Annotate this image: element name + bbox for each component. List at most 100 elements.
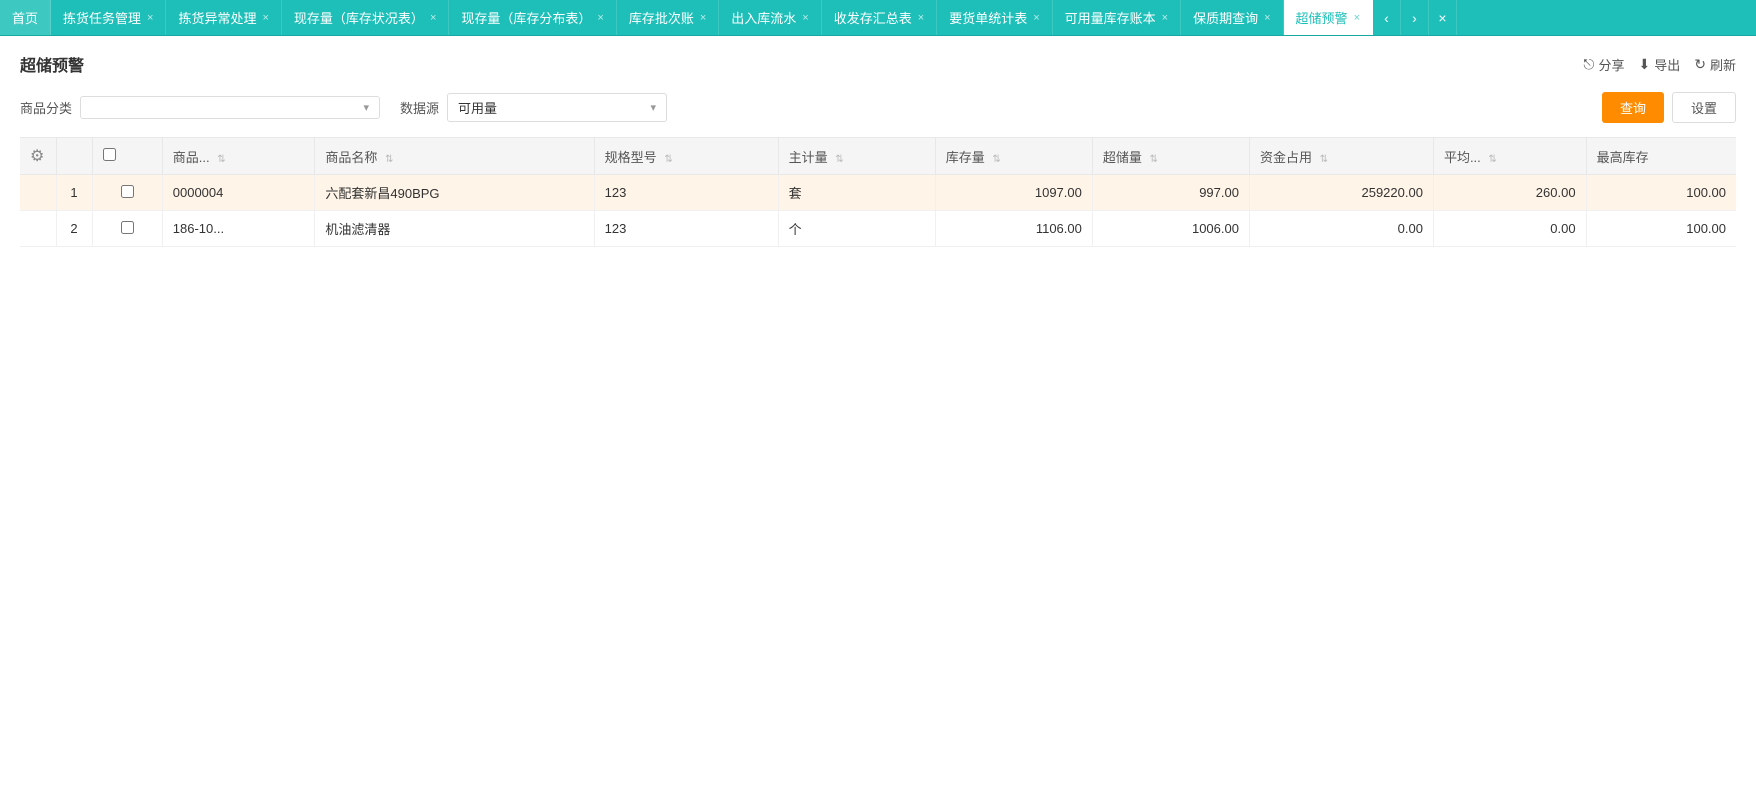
gear-icon[interactable]: ⚙ <box>30 148 44 165</box>
close-stock-dist[interactable]: × <box>597 12 603 24</box>
query-button[interactable]: 查询 <box>1602 92 1664 123</box>
table-row: 1 0000004 六配套新昌490BPG 123 套 1097.00 997.… <box>20 175 1736 211</box>
close-collect[interactable]: × <box>918 12 924 24</box>
td-stock-qty-0: 1097.00 <box>935 175 1092 211</box>
datasource-filter-group: 数据源 可用量 ▾ <box>400 93 667 122</box>
td-index-1: 2 <box>56 211 92 247</box>
share-button[interactable]: ⎋ 分享 <box>1583 55 1624 74</box>
td-checkbox-0[interactable] <box>92 175 162 211</box>
page-header: 超储预警 ⎋ 分享 ⬇ 导出 ↻ 刷新 <box>20 52 1736 76</box>
refresh-icon: ↻ <box>1694 56 1706 73</box>
td-overstock-qty-0: 997.00 <box>1092 175 1249 211</box>
refresh-button[interactable]: ↻ 刷新 <box>1694 55 1736 74</box>
category-filter-group: 商品分类 ▾ <box>20 96 380 119</box>
sort-stock-qty-icon[interactable]: ⇅ <box>992 154 1000 165</box>
td-stock-qty-1: 1106.00 <box>935 211 1092 247</box>
th-capital-used: 资金占用 ⇅ <box>1249 138 1433 175</box>
nav-item-collect[interactable]: 收发存汇总表 × <box>822 0 937 35</box>
row-checkbox-0[interactable] <box>121 185 134 198</box>
sort-spec-icon[interactable]: ⇅ <box>664 154 672 165</box>
datasource-dropdown-icon: ▾ <box>651 101 657 114</box>
td-checkbox-1[interactable] <box>92 211 162 247</box>
category-label: 商品分类 <box>20 98 72 117</box>
td-overstock-qty-1: 1006.00 <box>1092 211 1249 247</box>
main-content: 超储预警 ⎋ 分享 ⬇ 导出 ↻ 刷新 商品分类 ▾ 数据源 <box>0 36 1756 800</box>
export-icon: ⬇ <box>1639 56 1651 73</box>
td-unit-0: 套 <box>778 175 935 211</box>
share-icon: ⎋ <box>1583 56 1594 73</box>
td-capital-used-0: 259220.00 <box>1249 175 1433 211</box>
th-avg: 平均... ⇅ <box>1433 138 1586 175</box>
close-expiry[interactable]: × <box>1264 12 1270 24</box>
close-abnormal[interactable]: × <box>262 12 268 24</box>
nav-item-stock-status[interactable]: 现存量（库存状况表） × <box>282 0 449 35</box>
td-unit-1: 个 <box>778 211 935 247</box>
export-button[interactable]: ⬇ 导出 <box>1639 55 1681 74</box>
td-product-name-0: 六配套新昌490BPG <box>315 175 594 211</box>
select-all-checkbox[interactable] <box>103 148 116 161</box>
nav-item-expiry[interactable]: 保质期查询 × <box>1181 0 1283 35</box>
nav-arrow-left[interactable]: ‹ <box>1373 0 1401 35</box>
nav-arrow-right[interactable]: › <box>1401 0 1429 35</box>
nav-item-home[interactable]: 首页 <box>0 0 51 35</box>
datasource-select-value: 可用量 <box>458 98 497 117</box>
close-task-mgmt[interactable]: × <box>147 12 153 24</box>
nav-item-available[interactable]: 可用量库存账本 × <box>1053 0 1181 35</box>
sort-product-name-icon[interactable]: ⇅ <box>385 154 393 165</box>
close-available[interactable]: × <box>1162 12 1168 24</box>
td-gear-0 <box>20 175 56 211</box>
close-order-stat[interactable]: × <box>1033 12 1039 24</box>
th-stock-qty: 库存量 ⇅ <box>935 138 1092 175</box>
header-actions: ⎋ 分享 ⬇ 导出 ↻ 刷新 <box>1583 55 1736 74</box>
th-overstock-qty: 超储量 ⇅ <box>1092 138 1249 175</box>
td-max-stock-0: 100.00 <box>1586 175 1736 211</box>
nav-item-stock-dist[interactable]: 现存量（库存分布表） × <box>449 0 616 35</box>
close-stock-status[interactable]: × <box>430 12 436 24</box>
th-product-code: 商品... ⇅ <box>162 138 315 175</box>
setting-button[interactable]: 设置 <box>1672 92 1736 123</box>
sort-unit-icon[interactable]: ⇅ <box>835 154 843 165</box>
td-product-code-0: 0000004 <box>162 175 315 211</box>
top-nav: 首页 拣货任务管理 × 拣货异常处理 × 现存量（库存状况表） × 现存量（库存… <box>0 0 1756 36</box>
th-product-name: 商品名称 ⇅ <box>315 138 594 175</box>
td-avg-1: 0.00 <box>1433 211 1586 247</box>
sort-avg-icon[interactable]: ⇅ <box>1488 154 1496 165</box>
datasource-label: 数据源 <box>400 98 439 117</box>
td-product-code-1: 186-10... <box>162 211 315 247</box>
category-select[interactable]: ▾ <box>80 96 380 119</box>
td-max-stock-1: 100.00 <box>1586 211 1736 247</box>
th-unit: 主计量 ⇅ <box>778 138 935 175</box>
category-dropdown-icon: ▾ <box>363 101 369 114</box>
sort-capital-used-icon[interactable]: ⇅ <box>1320 154 1328 165</box>
td-spec-0: 123 <box>594 175 778 211</box>
close-inout-flow[interactable]: × <box>802 12 808 24</box>
data-table: ⚙ 商品... ⇅ 商品名称 ⇅ 规格型号 ⇅ <box>20 137 1736 247</box>
td-index-0: 1 <box>56 175 92 211</box>
sort-product-code-icon[interactable]: ⇅ <box>217 154 225 165</box>
th-gear: ⚙ <box>20 138 56 175</box>
page-title: 超储预警 <box>20 52 84 76</box>
td-spec-1: 123 <box>594 211 778 247</box>
td-gear-1 <box>20 211 56 247</box>
nav-item-task-mgmt[interactable]: 拣货任务管理 × <box>51 0 166 35</box>
th-spec: 规格型号 ⇅ <box>594 138 778 175</box>
nav-arrow-more[interactable]: × <box>1429 0 1457 35</box>
filter-buttons: 查询 设置 <box>1602 92 1736 123</box>
datasource-select[interactable]: 可用量 ▾ <box>447 93 667 122</box>
sort-overstock-qty-icon[interactable]: ⇅ <box>1150 154 1158 165</box>
close-batch[interactable]: × <box>700 12 706 24</box>
nav-item-inout-flow[interactable]: 出入库流水 × <box>719 0 821 35</box>
nav-item-abnormal[interactable]: 拣货异常处理 × <box>166 0 281 35</box>
nav-item-batch[interactable]: 库存批次账 × <box>617 0 719 35</box>
table-row: 2 186-10... 机油滤清器 123 个 1106.00 1006.00 … <box>20 211 1736 247</box>
td-product-name-1: 机油滤清器 <box>315 211 594 247</box>
td-capital-used-1: 0.00 <box>1249 211 1433 247</box>
td-avg-0: 260.00 <box>1433 175 1586 211</box>
th-index <box>56 138 92 175</box>
table-body: 1 0000004 六配套新昌490BPG 123 套 1097.00 997.… <box>20 175 1736 247</box>
row-checkbox-1[interactable] <box>121 221 134 234</box>
table-header: ⚙ 商品... ⇅ 商品名称 ⇅ 规格型号 ⇅ <box>20 138 1736 175</box>
close-overstock[interactable]: × <box>1354 12 1360 24</box>
nav-item-overstock[interactable]: 超储预警 × <box>1284 0 1373 35</box>
nav-item-order-stat[interactable]: 要货单统计表 × <box>937 0 1052 35</box>
